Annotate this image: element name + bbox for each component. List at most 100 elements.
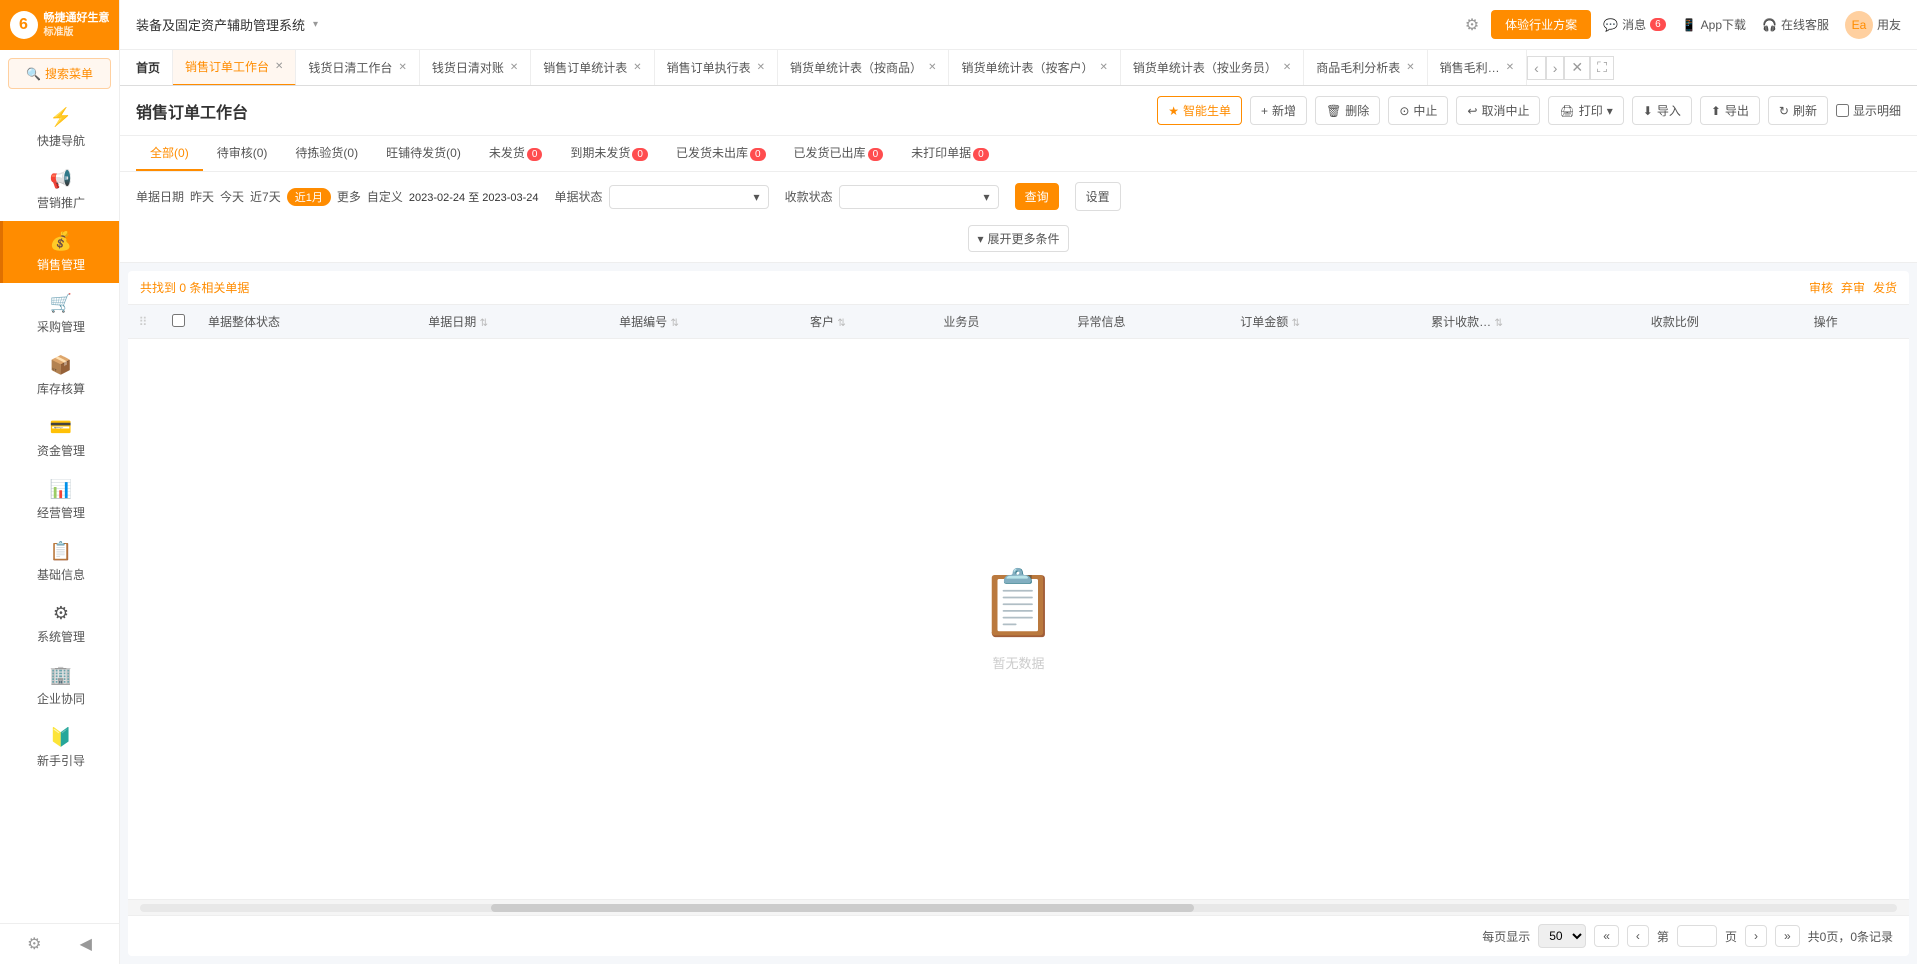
col-number[interactable]: 单据编号 ⇅ [609, 305, 800, 339]
tab-sales-profit[interactable]: 销售毛利… ✕ [1428, 50, 1527, 86]
settings-button[interactable]: 设置 [1075, 182, 1121, 211]
app-download-button[interactable]: 📱 App下载 [1682, 16, 1746, 33]
tab-cash-reconcile[interactable]: 钱货日清对账 ✕ [420, 50, 531, 86]
sub-tab-not-shipped[interactable]: 未发货0 [475, 136, 557, 171]
show-detail-checkbox[interactable] [1836, 104, 1849, 117]
sidebar-item-inventory[interactable]: 📦 库存核算 [0, 345, 119, 407]
export-button[interactable]: ⬆ 导出 [1700, 96, 1760, 125]
tab-close-gross-margin[interactable]: ✕ [1406, 62, 1414, 73]
tab-home[interactable]: 首页 [124, 50, 173, 86]
sidebar-item-guide[interactable]: 🔰 新手引导 [0, 717, 119, 779]
col-checkbox[interactable] [158, 305, 198, 339]
last-page-btn[interactable]: » [1775, 925, 1800, 947]
sidebar-item-finance[interactable]: 💳 资金管理 [0, 407, 119, 469]
date-opt-custom[interactable]: 自定义 [367, 188, 403, 206]
date-opt-7days[interactable]: 近7天 [250, 188, 281, 206]
online-service-button[interactable]: 🎧 在线客服 [1762, 16, 1829, 33]
sort-date-icon[interactable]: ⇅ [480, 318, 488, 329]
search-menu-button[interactable]: 🔍 搜索菜单 [8, 58, 111, 89]
sort-amount-icon[interactable]: ⇅ [1292, 318, 1300, 329]
query-button[interactable]: 查询 [1015, 183, 1059, 210]
tab-cash-daily[interactable]: 钱货日清工作台 ✕ [296, 50, 419, 86]
stop-button[interactable]: ⊙ 中止 [1388, 96, 1448, 125]
tab-close-sales-exec[interactable]: ✕ [757, 62, 765, 73]
message-button[interactable]: 💬 消息 6 [1603, 16, 1666, 33]
tab-sales-exec[interactable]: 销售订单执行表 ✕ [655, 50, 778, 86]
prev-page-btn[interactable]: ‹ [1627, 925, 1649, 947]
tab-close-stat-product[interactable]: ✕ [928, 62, 936, 73]
system-dropdown-icon[interactable]: ▾ [313, 19, 318, 30]
sidebar-item-marketing[interactable]: 📢 营销推广 [0, 159, 119, 221]
review-action-button[interactable]: 审核 [1809, 279, 1833, 296]
tab-nav-next[interactable]: › [1546, 56, 1565, 80]
page-number-input[interactable]: 1 [1677, 925, 1717, 947]
sidebar-item-operations[interactable]: 📊 经营管理 [0, 469, 119, 531]
show-detail-checkbox-container[interactable]: 显示明细 [1836, 102, 1901, 119]
sidebar-item-system[interactable]: ⚙ 系统管理 [0, 593, 119, 655]
col-customer[interactable]: 客户 ⇅ [800, 305, 933, 339]
sidebar-item-purchase[interactable]: 🛒 采购管理 [0, 283, 119, 345]
cancel-stop-button[interactable]: ↩ 取消中止 [1456, 96, 1540, 125]
sub-tab-wangpu[interactable]: 旺铺待发货(0) [372, 136, 475, 171]
tab-close-cash-reconcile[interactable]: ✕ [510, 62, 518, 73]
per-page-select[interactable]: 50 [1538, 924, 1586, 948]
topbar-gear-icon[interactable]: ⚙ [1465, 15, 1479, 35]
date-opt-yesterday[interactable]: 昨天 [190, 188, 214, 206]
industry-btn[interactable]: 体验行业方案 [1491, 10, 1591, 39]
settings-icon[interactable]: ⚙ [27, 934, 41, 954]
tab-close-stat-customer[interactable]: ✕ [1099, 62, 1107, 73]
date-opt-today[interactable]: 今天 [220, 188, 244, 206]
sort-collected-icon[interactable]: ⇅ [1495, 318, 1503, 329]
sidebar-item-sales[interactable]: 💰 销售管理 [0, 221, 119, 283]
refresh-button[interactable]: ↻ 刷新 [1768, 96, 1828, 125]
tab-maximize[interactable]: ⛶ [1590, 56, 1614, 80]
tab-sales-stat-product[interactable]: 销货单统计表（按商品） ✕ [778, 50, 949, 86]
tab-sales-stat-staff[interactable]: 销货单统计表（按业务员） ✕ [1121, 50, 1304, 86]
sort-customer-icon[interactable]: ⇅ [837, 318, 845, 329]
tab-nav-prev[interactable]: ‹ [1527, 56, 1546, 80]
col-date[interactable]: 单据日期 ⇅ [418, 305, 609, 339]
sub-tab-shipped-out[interactable]: 已发货已出库0 [780, 136, 898, 171]
tab-close-cash-daily[interactable]: ✕ [398, 62, 406, 73]
collapse-sidebar-icon[interactable]: ◀ [80, 934, 92, 954]
ship-action-button[interactable]: 发货 [1873, 279, 1897, 296]
smart-create-button[interactable]: ★ 智能生单 [1157, 96, 1242, 125]
print-button[interactable]: 🖨 打印 ▾ [1548, 96, 1623, 125]
import-button[interactable]: ⬇ 导入 [1632, 96, 1692, 125]
sub-tab-not-printed[interactable]: 未打印单据0 [897, 136, 1003, 171]
col-amount[interactable]: 订单金额 ⇅ [1230, 305, 1421, 339]
user-menu[interactable]: Ea 用友 [1845, 11, 1901, 39]
tab-close-stat-staff[interactable]: ✕ [1283, 62, 1291, 73]
tab-close-sales-order[interactable]: ✕ [275, 61, 283, 72]
tab-gross-margin[interactable]: 商品毛利分析表 ✕ [1304, 50, 1427, 86]
date-opt-more[interactable]: 更多 [337, 188, 361, 206]
sub-tab-pending-review[interactable]: 待审核(0) [203, 136, 282, 171]
tab-close-sales-profit[interactable]: ✕ [1506, 62, 1514, 73]
tab-sales-order[interactable]: 销售订单工作台 ✕ [173, 50, 296, 86]
tab-close-sales-stat[interactable]: ✕ [633, 62, 641, 73]
sub-tab-shipped-not-out[interactable]: 已发货未出库0 [662, 136, 780, 171]
horizontal-scrollbar[interactable] [128, 899, 1909, 915]
scroll-thumb[interactable] [491, 904, 1194, 912]
abandon-action-button[interactable]: 弃审 [1841, 279, 1865, 296]
delete-button[interactable]: 🗑 删除 [1315, 96, 1380, 125]
tab-close-all[interactable]: ✕ [1564, 56, 1590, 80]
first-page-btn[interactable]: « [1594, 925, 1619, 947]
col-staff[interactable]: 业务员 [933, 305, 1067, 339]
sidebar-item-basic-info[interactable]: 📋 基础信息 [0, 531, 119, 593]
sidebar-item-quick-nav[interactable]: ⚡ 快捷导航 [0, 97, 119, 159]
sub-tab-pending-check[interactable]: 待拣验货(0) [281, 136, 372, 171]
tab-sales-stat-customer[interactable]: 销货单统计表（按客户） ✕ [949, 50, 1120, 86]
tab-sales-stat[interactable]: 销售订单统计表 ✕ [531, 50, 654, 86]
next-page-btn[interactable]: › [1745, 925, 1767, 947]
sidebar-item-enterprise[interactable]: 🏢 企业协同 [0, 655, 119, 717]
payment-select[interactable]: ▾ [839, 185, 999, 209]
sub-tab-overdue[interactable]: 到期未发货0 [556, 136, 662, 171]
status-select[interactable]: ▾ [609, 185, 769, 209]
select-all-checkbox[interactable] [172, 314, 185, 327]
sub-tab-all[interactable]: 全部(0) [136, 136, 203, 171]
date-opt-1month[interactable]: 近1月 [287, 188, 331, 206]
add-button[interactable]: + 新增 [1250, 96, 1307, 125]
sort-number-icon[interactable]: ⇅ [670, 318, 678, 329]
col-collected[interactable]: 累计收款… ⇅ [1421, 305, 1641, 339]
